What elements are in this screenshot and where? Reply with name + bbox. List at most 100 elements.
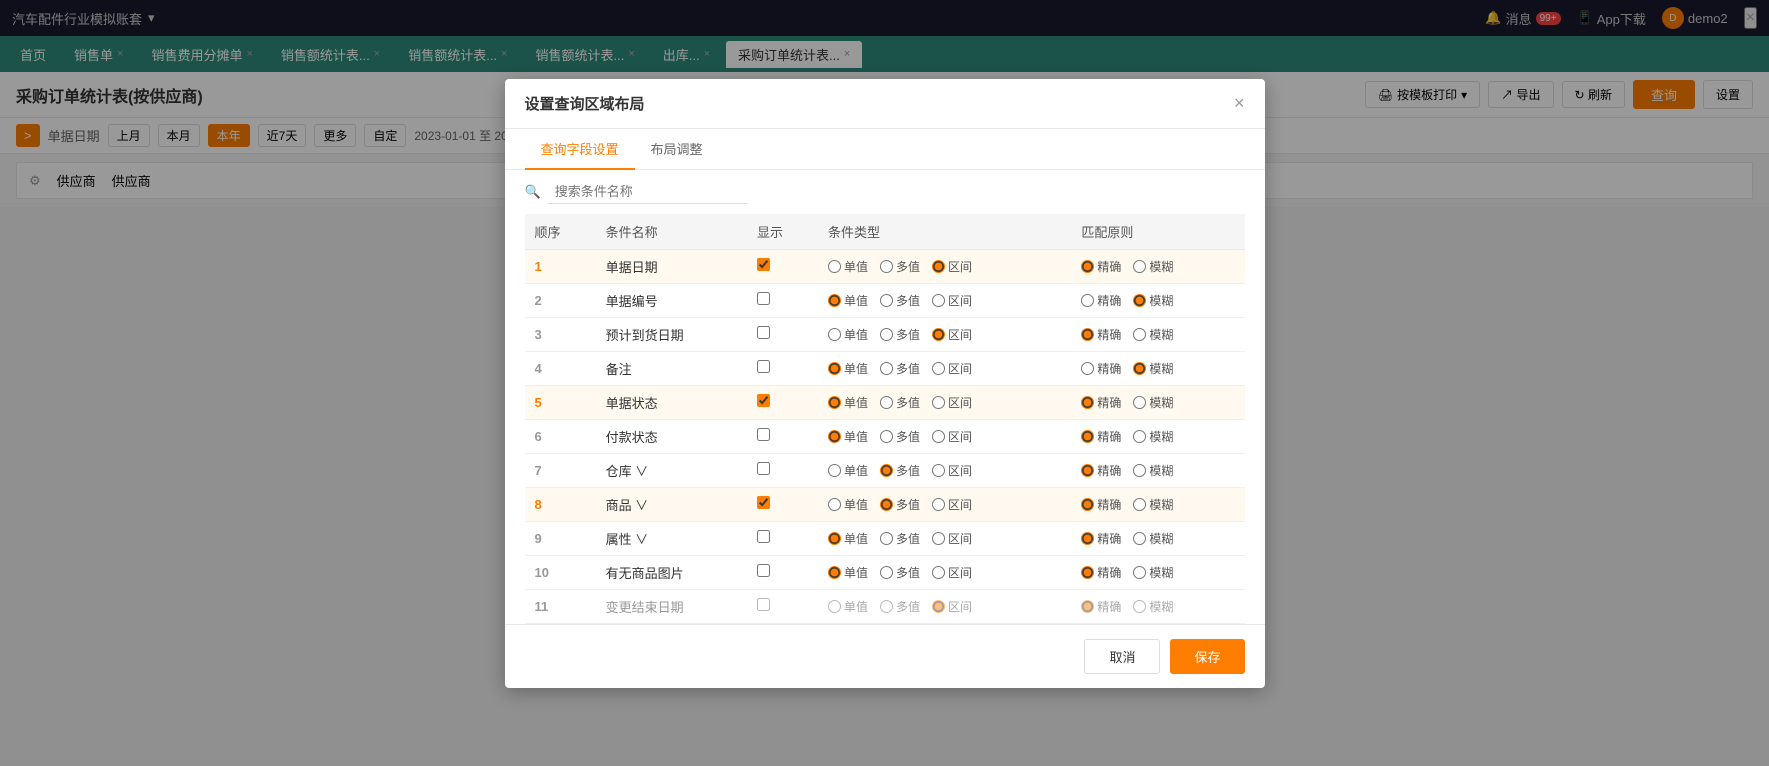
display-checkbox[interactable] <box>757 564 770 577</box>
row-type[interactable]: 单值多值区间 <box>818 589 1071 623</box>
search-input[interactable] <box>547 180 747 204</box>
save-button[interactable]: 保存 <box>1170 639 1244 674</box>
cancel-button[interactable]: 取消 <box>1084 639 1160 674</box>
row-type[interactable]: 单值多值区间 <box>818 521 1071 555</box>
row-match[interactable]: 精确模糊 <box>1071 487 1244 521</box>
display-checkbox[interactable] <box>757 428 770 441</box>
display-checkbox[interactable] <box>757 360 770 373</box>
match-option-精确[interactable]: 精确 <box>1081 258 1121 275</box>
row-display[interactable] <box>747 317 818 351</box>
type-option-区间[interactable]: 区间 <box>932 530 972 547</box>
row-match[interactable]: 精确模糊 <box>1071 317 1244 351</box>
type-option-单值[interactable]: 单值 <box>828 462 868 479</box>
type-option-区间[interactable]: 区间 <box>932 326 972 343</box>
type-option-单值[interactable]: 单值 <box>828 394 868 411</box>
type-option-多值[interactable]: 多值 <box>880 258 920 275</box>
tab-query-fields[interactable]: 查询字段设置 <box>525 129 635 170</box>
row-match[interactable]: 精确模糊 <box>1071 283 1244 317</box>
match-option-精确[interactable]: 精确 <box>1081 564 1121 581</box>
row-match[interactable]: 精确模糊 <box>1071 249 1244 283</box>
match-option-模糊[interactable]: 模糊 <box>1133 530 1173 547</box>
match-option-模糊[interactable]: 模糊 <box>1133 326 1173 343</box>
type-option-多值[interactable]: 多值 <box>880 598 920 615</box>
row-display[interactable] <box>747 419 818 453</box>
row-display[interactable] <box>747 487 818 521</box>
match-option-精确[interactable]: 精确 <box>1081 292 1121 309</box>
row-display[interactable] <box>747 555 818 589</box>
type-option-单值[interactable]: 单值 <box>828 292 868 309</box>
match-option-模糊[interactable]: 模糊 <box>1133 598 1173 615</box>
match-option-精确[interactable]: 精确 <box>1081 530 1121 547</box>
match-option-模糊[interactable]: 模糊 <box>1133 564 1173 581</box>
row-display[interactable] <box>747 589 818 623</box>
type-option-单值[interactable]: 单值 <box>828 598 868 615</box>
type-option-多值[interactable]: 多值 <box>880 360 920 377</box>
display-checkbox[interactable] <box>757 496 770 509</box>
row-match[interactable]: 精确模糊 <box>1071 555 1244 589</box>
type-option-区间[interactable]: 区间 <box>932 360 972 377</box>
row-type[interactable]: 单值多值区间 <box>818 555 1071 589</box>
display-checkbox[interactable] <box>757 292 770 305</box>
type-option-区间[interactable]: 区间 <box>932 258 972 275</box>
type-option-单值[interactable]: 单值 <box>828 496 868 513</box>
row-type[interactable]: 单值多值区间 <box>818 317 1071 351</box>
row-display[interactable] <box>747 453 818 487</box>
modal-close-button[interactable]: × <box>1234 93 1245 114</box>
row-display[interactable] <box>747 351 818 385</box>
display-checkbox[interactable] <box>757 326 770 339</box>
type-option-单值[interactable]: 单值 <box>828 564 868 581</box>
match-option-模糊[interactable]: 模糊 <box>1133 428 1173 445</box>
tab-layout-adjust[interactable]: 布局调整 <box>635 129 719 170</box>
row-match[interactable]: 精确模糊 <box>1071 351 1244 385</box>
match-option-模糊[interactable]: 模糊 <box>1133 462 1173 479</box>
match-option-模糊[interactable]: 模糊 <box>1133 292 1173 309</box>
type-option-多值[interactable]: 多值 <box>880 530 920 547</box>
type-option-区间[interactable]: 区间 <box>932 598 972 615</box>
display-checkbox[interactable] <box>757 258 770 271</box>
row-type[interactable]: 单值多值区间 <box>818 487 1071 521</box>
row-match[interactable]: 精确模糊 <box>1071 385 1244 419</box>
type-option-单值[interactable]: 单值 <box>828 360 868 377</box>
match-option-精确[interactable]: 精确 <box>1081 496 1121 513</box>
match-option-精确[interactable]: 精确 <box>1081 394 1121 411</box>
type-option-区间[interactable]: 区间 <box>932 428 972 445</box>
type-option-多值[interactable]: 多值 <box>880 326 920 343</box>
row-display[interactable] <box>747 249 818 283</box>
row-type[interactable]: 单值多值区间 <box>818 283 1071 317</box>
match-option-精确[interactable]: 精确 <box>1081 598 1121 615</box>
type-option-区间[interactable]: 区间 <box>932 496 972 513</box>
row-type[interactable]: 单值多值区间 <box>818 249 1071 283</box>
match-option-模糊[interactable]: 模糊 <box>1133 360 1173 377</box>
display-checkbox[interactable] <box>757 462 770 475</box>
row-type[interactable]: 单值多值区间 <box>818 419 1071 453</box>
row-display[interactable] <box>747 283 818 317</box>
type-option-单值[interactable]: 单值 <box>828 530 868 547</box>
type-option-多值[interactable]: 多值 <box>880 564 920 581</box>
row-type[interactable]: 单值多值区间 <box>818 351 1071 385</box>
row-match[interactable]: 精确模糊 <box>1071 453 1244 487</box>
type-option-区间[interactable]: 区间 <box>932 462 972 479</box>
type-option-多值[interactable]: 多值 <box>880 462 920 479</box>
type-option-区间[interactable]: 区间 <box>932 292 972 309</box>
row-display[interactable] <box>747 521 818 555</box>
match-option-模糊[interactable]: 模糊 <box>1133 258 1173 275</box>
row-match[interactable]: 精确模糊 <box>1071 521 1244 555</box>
type-option-多值[interactable]: 多值 <box>880 394 920 411</box>
display-checkbox[interactable] <box>757 530 770 543</box>
type-option-区间[interactable]: 区间 <box>932 564 972 581</box>
match-option-模糊[interactable]: 模糊 <box>1133 394 1173 411</box>
type-option-区间[interactable]: 区间 <box>932 394 972 411</box>
type-option-多值[interactable]: 多值 <box>880 428 920 445</box>
row-type[interactable]: 单值多值区间 <box>818 453 1071 487</box>
type-option-单值[interactable]: 单值 <box>828 428 868 445</box>
display-checkbox[interactable] <box>757 598 770 611</box>
match-option-精确[interactable]: 精确 <box>1081 360 1121 377</box>
match-option-精确[interactable]: 精确 <box>1081 462 1121 479</box>
row-type[interactable]: 单值多值区间 <box>818 385 1071 419</box>
display-checkbox[interactable] <box>757 394 770 407</box>
type-option-单值[interactable]: 单值 <box>828 326 868 343</box>
row-match[interactable]: 精确模糊 <box>1071 589 1244 623</box>
row-match[interactable]: 精确模糊 <box>1071 419 1244 453</box>
match-option-模糊[interactable]: 模糊 <box>1133 496 1173 513</box>
type-option-多值[interactable]: 多值 <box>880 496 920 513</box>
